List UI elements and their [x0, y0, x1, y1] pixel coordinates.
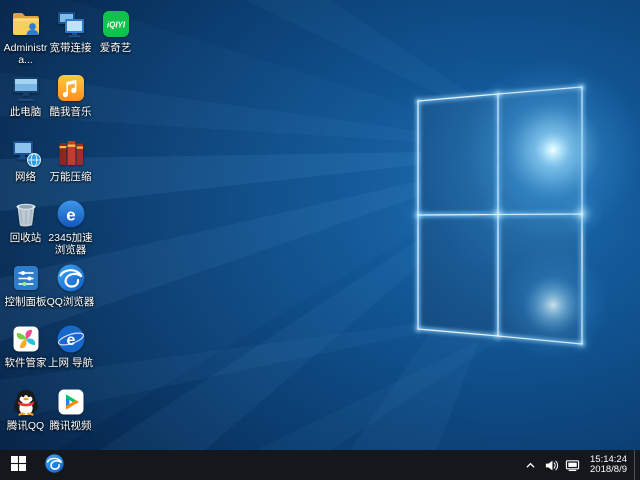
desktop-icon-broadband-connection[interactable]: 宽带连接 — [48, 8, 93, 54]
desktop-icon-tencent-video[interactable]: 腾讯视频 — [48, 386, 93, 432]
network-icon[interactable] — [562, 450, 583, 480]
desktop-icon-recycle-bin[interactable]: 回收站 — [3, 198, 48, 244]
network-icon — [10, 137, 42, 169]
desktop-icon-label: 酷我音乐 — [49, 106, 92, 118]
tencent-qq-penguin-icon — [10, 386, 42, 418]
web-navigation-icon: e — [55, 323, 87, 355]
iqiyi-wordmark: iQIYI — [106, 21, 125, 30]
taskbar: 15:14:24 2018/8/9 — [0, 450, 640, 480]
user-folder-icon — [10, 8, 42, 40]
browser-e-glyph: e — [66, 206, 75, 225]
qq-browser-icon — [55, 262, 87, 294]
software-manager-icon — [10, 323, 42, 355]
control-panel-icon — [10, 262, 42, 294]
desktop-icon-label: 万能压缩 — [49, 171, 92, 183]
desktop-icon-label: 爱奇艺 — [99, 42, 132, 54]
this-pc-icon — [10, 72, 42, 104]
tencent-video-icon — [55, 386, 87, 418]
desktop-icon-wanneng-zip[interactable]: 万能压缩 — [48, 137, 93, 183]
taskbar-browser-button[interactable] — [36, 450, 72, 480]
desktop-icon-label: 腾讯视频 — [49, 420, 92, 432]
recycle-bin-icon — [10, 198, 42, 230]
show-desktop-button[interactable] — [634, 450, 640, 480]
desktop-icon-label: 2345加速浏览器 — [48, 232, 93, 256]
broadband-connection-icon — [55, 8, 87, 40]
desktop-icon-network[interactable]: 网络 — [3, 137, 48, 183]
desktop-icon-user-folder[interactable]: Administra... — [3, 8, 48, 66]
tray-expand-chevron-icon[interactable] — [520, 450, 541, 480]
desktop-icon-iqiyi[interactable]: iQIYI 爱奇艺 — [93, 8, 138, 54]
volume-icon[interactable] — [541, 450, 562, 480]
desktop-icon-tencent-qq[interactable]: 腾讯QQ — [3, 386, 48, 432]
desktop-icon-control-panel[interactable]: 控制面板 — [3, 262, 48, 308]
wanneng-zip-icon — [55, 137, 87, 169]
desktop-icon-2345-browser[interactable]: e 2345加速浏览器 — [48, 198, 93, 256]
desktop-icon-software-manager[interactable]: 软件管家 — [3, 323, 48, 369]
clock-date: 2018/8/9 — [590, 464, 627, 475]
desktop-icon-this-pc[interactable]: 此电脑 — [3, 72, 48, 118]
desktop-icon-web-navigation[interactable]: e 上网 导航 — [48, 323, 93, 369]
kuwo-music-icon — [55, 72, 87, 104]
browser-swirl-icon — [44, 453, 65, 477]
desktop: Administra... 宽带连接 iQIYI 爱奇艺 此电脑 酷我音乐 网络… — [0, 0, 640, 480]
2345-browser-icon: e — [55, 198, 87, 230]
start-button[interactable] — [0, 450, 36, 480]
desktop-icon-qq-browser[interactable]: QQ浏览器 — [47, 262, 94, 308]
desktop-icon-kuwo-music[interactable]: 酷我音乐 — [48, 72, 93, 118]
desktop-icon-label: 上网 导航 — [48, 357, 93, 369]
taskbar-clock[interactable]: 15:14:24 2018/8/9 — [583, 454, 634, 476]
windows-logo-icon — [10, 456, 26, 474]
system-tray: 15:14:24 2018/8/9 — [520, 450, 640, 480]
desktop-icon-label: QQ浏览器 — [46, 296, 95, 308]
iqiyi-icon: iQIYI — [100, 8, 132, 40]
